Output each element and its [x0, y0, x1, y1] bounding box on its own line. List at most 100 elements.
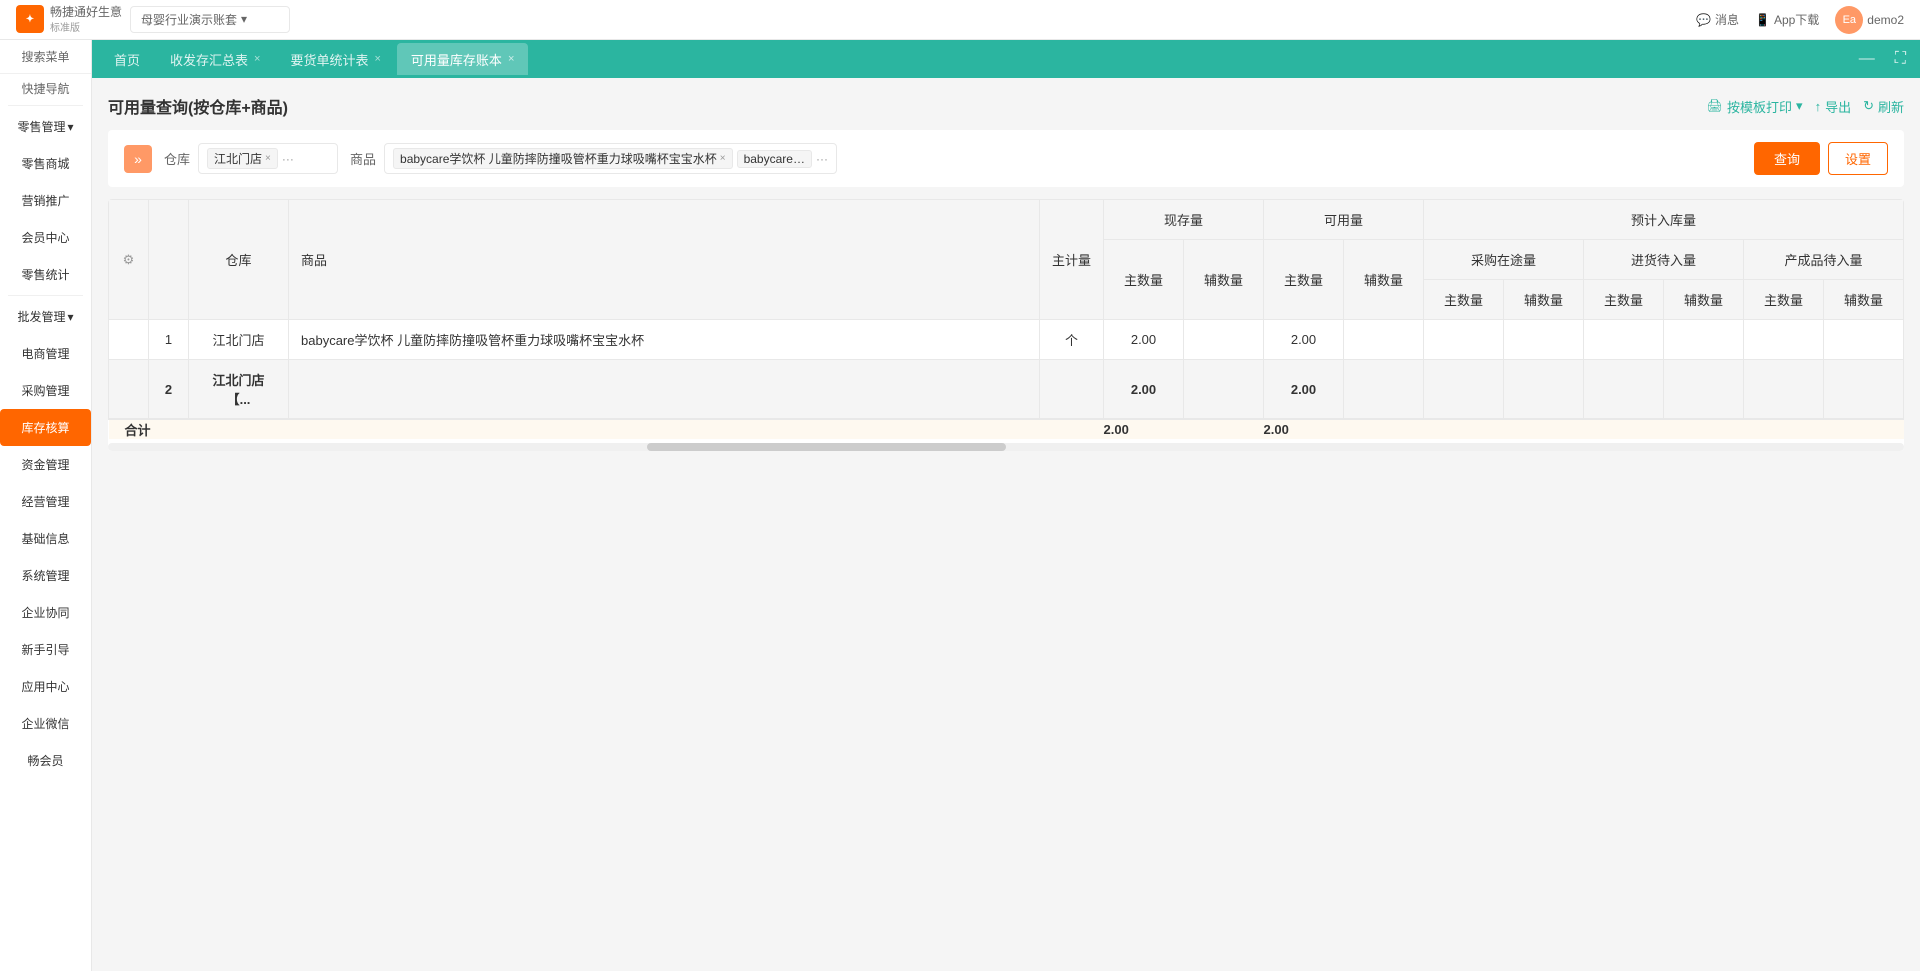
- th-available-aux: 辅数量: [1344, 240, 1424, 320]
- tab-bar-actions: — ⛶: [1853, 48, 1912, 70]
- product-more[interactable]: ···: [816, 152, 828, 166]
- th-product-in-group: 产成品待入量: [1744, 240, 1904, 280]
- td-product-1: babycare学饮杯 儿童防摔防撞吸管杯重力球吸嘴杯宝宝水杯: [289, 320, 1040, 360]
- product-tag2-value: babycare…: [744, 152, 805, 166]
- th-settings: [109, 200, 149, 320]
- retail-mall-label: 零售商城: [21, 155, 69, 172]
- enterprise-collab-label: 企业协同: [21, 604, 69, 621]
- sidebar-item-enterprise-wechat[interactable]: 企业微信: [0, 705, 91, 742]
- tab-minimize-btn[interactable]: —: [1853, 48, 1881, 70]
- sidebar-item-retail-stats[interactable]: 零售统计: [0, 256, 91, 293]
- query-button[interactable]: 查询: [1754, 142, 1820, 175]
- page-actions: 🖨 按模板打印 ▾ ↑ 导出 ↻ 刷新: [1707, 97, 1905, 116]
- td-current-main-1: 2.00: [1104, 320, 1184, 360]
- warehouse-tag-close[interactable]: ×: [265, 153, 271, 164]
- th-product-in-main: 主数量: [1744, 280, 1824, 320]
- sidebar-item-finance[interactable]: 资金管理: [0, 446, 91, 483]
- th-planned-in-group: 预计入库量: [1424, 200, 1904, 240]
- sidebar-item-member2[interactable]: 畅会员: [0, 742, 91, 779]
- export-icon: ↑: [1815, 99, 1822, 114]
- top-bar: ✦ 畅捷通好生意 标准版 母婴行业演示账套 ▾ 消息 App下载 Ea demo…: [0, 0, 1920, 40]
- page-header: 可用量查询(按仓库+商品) 🖨 按模板打印 ▾ ↑ 导出 ↻ 刷新: [108, 94, 1904, 118]
- industry-selector[interactable]: 母婴行业演示账套 ▾: [130, 6, 290, 33]
- tab-order-stats[interactable]: 要货单统计表 ×: [276, 43, 394, 75]
- warehouse-tag-value: 江北门店: [214, 150, 262, 167]
- sidebar-quick-nav[interactable]: 快捷导航: [0, 74, 91, 103]
- page-title: 可用量查询(按仓库+商品): [108, 94, 288, 118]
- tab-receipt-summary-close[interactable]: ×: [254, 53, 260, 65]
- settings-button[interactable]: 设置: [1828, 142, 1888, 175]
- td-purchase-aux-2: [1504, 360, 1584, 420]
- refresh-btn[interactable]: ↻ 刷新: [1863, 97, 1904, 116]
- tab-receipt-summary-label: 收发存汇总表: [170, 50, 248, 69]
- warehouse-filter-label: 仓库: [164, 149, 190, 168]
- system-label: 系统管理: [21, 567, 69, 584]
- sidebar-item-inventory[interactable]: 库存核算: [0, 409, 91, 446]
- td-current-aux-2: [1184, 360, 1264, 420]
- tab-available-inventory[interactable]: 可用量库存账本 ×: [397, 43, 528, 75]
- tab-available-inventory-close[interactable]: ×: [508, 53, 514, 65]
- sidebar-item-app-center[interactable]: 应用中心: [0, 668, 91, 705]
- page-content: 可用量查询(按仓库+商品) 🖨 按模板打印 ▾ ↑ 导出 ↻ 刷新: [92, 78, 1920, 971]
- td-unit-2: [1039, 360, 1103, 420]
- th-warehouse: 仓库: [189, 200, 289, 320]
- retail-stats-label: 零售统计: [21, 266, 69, 283]
- th-current-aux: 辅数量: [1184, 240, 1264, 320]
- export-btn[interactable]: ↑ 导出: [1815, 97, 1852, 116]
- sidebar-item-enterprise-collab[interactable]: 企业协同: [0, 594, 91, 631]
- td-total-goods-main: [1584, 419, 1664, 439]
- template-print-btn[interactable]: 🖨 按模板打印 ▾: [1707, 97, 1803, 116]
- logo-area: ✦ 畅捷通好生意 标准版: [16, 5, 122, 34]
- tab-bar: 首页 收发存汇总表 × 要货单统计表 × 可用量库存账本 × — ⛶: [92, 40, 1920, 78]
- export-label: 导出: [1825, 97, 1851, 116]
- sidebar-item-system[interactable]: 系统管理: [0, 557, 91, 594]
- sidebar-item-purchase-mgmt[interactable]: 采购管理: [0, 372, 91, 409]
- th-available-main: 主数量: [1264, 240, 1344, 320]
- column-settings-icon[interactable]: [123, 252, 135, 267]
- td-product-aux-1: [1824, 320, 1904, 360]
- chevron-icon-2: ▾: [67, 310, 73, 324]
- user-area[interactable]: Ea demo2: [1835, 6, 1904, 34]
- product-tag-close[interactable]: ×: [720, 153, 726, 164]
- inventory-label: 库存核算: [21, 419, 69, 436]
- sidebar-item-retail-mall[interactable]: 零售商城: [0, 145, 91, 182]
- app-label: App下载: [1774, 11, 1819, 28]
- app-download-btn[interactable]: App下载: [1755, 11, 1819, 28]
- filter-toggle-btn[interactable]: »: [124, 145, 152, 173]
- message-btn[interactable]: 消息: [1696, 11, 1739, 28]
- search-label: 搜索菜单: [21, 50, 69, 64]
- td-product-aux-2: [1824, 360, 1904, 420]
- sidebar-item-retail-mgmt[interactable]: 零售管理 ▾: [0, 108, 91, 145]
- td-total-product-aux: [1824, 419, 1904, 439]
- new-guide-label: 新手引导: [21, 641, 69, 658]
- sidebar-item-new-guide[interactable]: 新手引导: [0, 631, 91, 668]
- sidebar-item-operation[interactable]: 经营管理: [0, 483, 91, 520]
- tab-maximize-btn[interactable]: ⛶: [1889, 48, 1912, 70]
- message-label: 消息: [1715, 11, 1739, 28]
- purchase-mgmt-label: 采购管理: [21, 382, 69, 399]
- chevron-icon: ▾: [67, 120, 73, 134]
- warehouse-filter-input[interactable]: 江北门店 × ···: [198, 143, 338, 174]
- sidebar-item-basic-info[interactable]: 基础信息: [0, 520, 91, 557]
- product-filter-input[interactable]: babycare学饮杯 儿童防摔防撞吸管杯重力球吸嘴杯宝宝水杯 × babyca…: [384, 143, 837, 174]
- td-total-available-main: 2.00: [1264, 419, 1344, 439]
- tab-order-stats-label: 要货单统计表: [290, 50, 368, 69]
- tab-order-stats-close[interactable]: ×: [374, 53, 380, 65]
- horizontal-scrollbar[interactable]: [108, 443, 1904, 451]
- sidebar-item-wholesale-mgmt[interactable]: 批发管理 ▾: [0, 298, 91, 335]
- avatar: Ea: [1835, 6, 1863, 34]
- th-no: [149, 200, 189, 320]
- ecommerce-label: 电商管理: [21, 345, 69, 362]
- message-icon: [1696, 13, 1711, 27]
- filter-area: » 仓库 江北门店 × ··· 商品 babycare: [108, 130, 1904, 187]
- warehouse-more[interactable]: ···: [282, 152, 294, 166]
- sidebar-item-ecommerce[interactable]: 电商管理: [0, 335, 91, 372]
- industry-label: 母婴行业演示账套: [141, 11, 237, 28]
- tab-receipt-summary[interactable]: 收发存汇总表 ×: [156, 43, 274, 75]
- basic-info-label: 基础信息: [21, 530, 69, 547]
- td-settings-2: [109, 360, 149, 420]
- sidebar-item-marketing[interactable]: 营销推广: [0, 182, 91, 219]
- tab-home[interactable]: 首页: [100, 43, 154, 75]
- sidebar-search[interactable]: 搜索菜单: [0, 40, 91, 74]
- sidebar-item-member[interactable]: 会员中心: [0, 219, 91, 256]
